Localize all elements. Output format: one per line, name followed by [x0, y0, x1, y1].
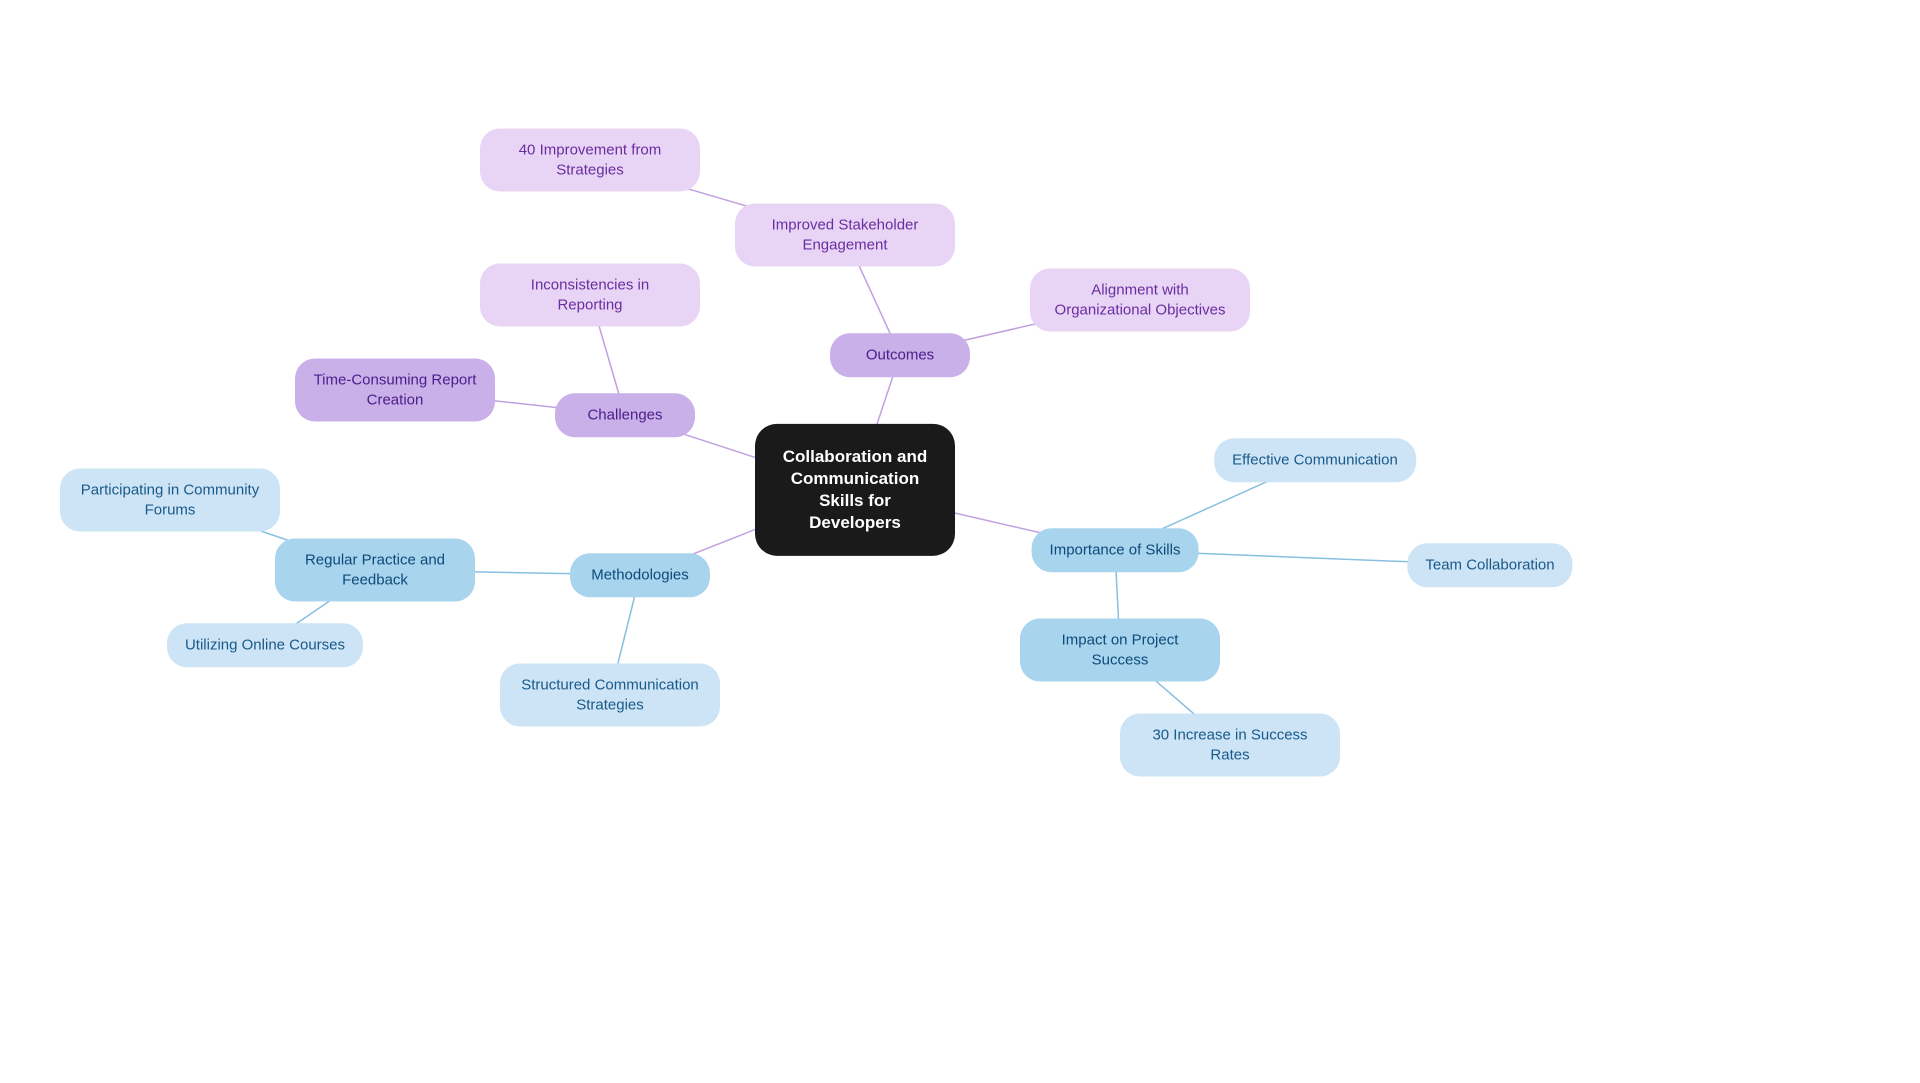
node-label-challenges: Challenges [587, 405, 662, 425]
node-label-team_collab: Team Collaboration [1425, 555, 1554, 575]
node-label-importance_skills: Importance of Skills [1050, 540, 1181, 560]
node-utilizing_online: Utilizing Online Courses [167, 623, 363, 667]
node-team_collab: Team Collaboration [1407, 543, 1572, 587]
node-inconsistencies: Inconsistencies in Reporting [480, 264, 700, 327]
node-impact_project: Impact on Project Success [1020, 619, 1220, 682]
node-methodologies: Methodologies [570, 553, 710, 597]
node-outcomes: Outcomes [830, 333, 970, 377]
node-regular_practice: Regular Practice and Feedback [275, 539, 475, 602]
node-challenges: Challenges [555, 393, 695, 437]
node-label-impact_project: Impact on Project Success [1038, 631, 1202, 670]
node-label-effective_comm: Effective Communication [1232, 450, 1398, 470]
node-improved_stakeholder: Improved Stakeholder Engagement [735, 204, 955, 267]
node-time_consuming: Time-Consuming Report Creation [295, 359, 495, 422]
node-label-structured_comm: Structured Communication Strategies [518, 676, 702, 715]
node-label-time_consuming: Time-Consuming Report Creation [313, 371, 477, 410]
node-importance_skills: Importance of Skills [1032, 528, 1199, 572]
node-label-improvement_strategies: 40 Improvement from Strategies [498, 141, 682, 180]
node-effective_comm: Effective Communication [1214, 438, 1416, 482]
mindmap-canvas: Collaboration and Communication Skills f… [0, 0, 1920, 1083]
node-label-regular_practice: Regular Practice and Feedback [293, 551, 457, 590]
node-label-methodologies: Methodologies [591, 565, 689, 585]
node-label-inconsistencies: Inconsistencies in Reporting [498, 276, 682, 315]
node-label-alignment: Alignment with Organizational Objectives [1048, 281, 1232, 320]
node-structured_comm: Structured Communication Strategies [500, 664, 720, 727]
node-label-increase_success: 30 Increase in Success Rates [1138, 726, 1322, 765]
node-alignment: Alignment with Organizational Objectives [1030, 269, 1250, 332]
node-label-utilizing_online: Utilizing Online Courses [185, 635, 345, 655]
node-label-improved_stakeholder: Improved Stakeholder Engagement [753, 216, 937, 255]
node-label-participating: Participating in Community Forums [78, 481, 262, 520]
node-participating: Participating in Community Forums [60, 469, 280, 532]
node-increase_success: 30 Increase in Success Rates [1120, 714, 1340, 777]
node-center: Collaboration and Communication Skills f… [755, 424, 955, 556]
node-label-center: Collaboration and Communication Skills f… [775, 446, 935, 534]
node-improvement_strategies: 40 Improvement from Strategies [480, 129, 700, 192]
node-label-outcomes: Outcomes [866, 345, 934, 365]
